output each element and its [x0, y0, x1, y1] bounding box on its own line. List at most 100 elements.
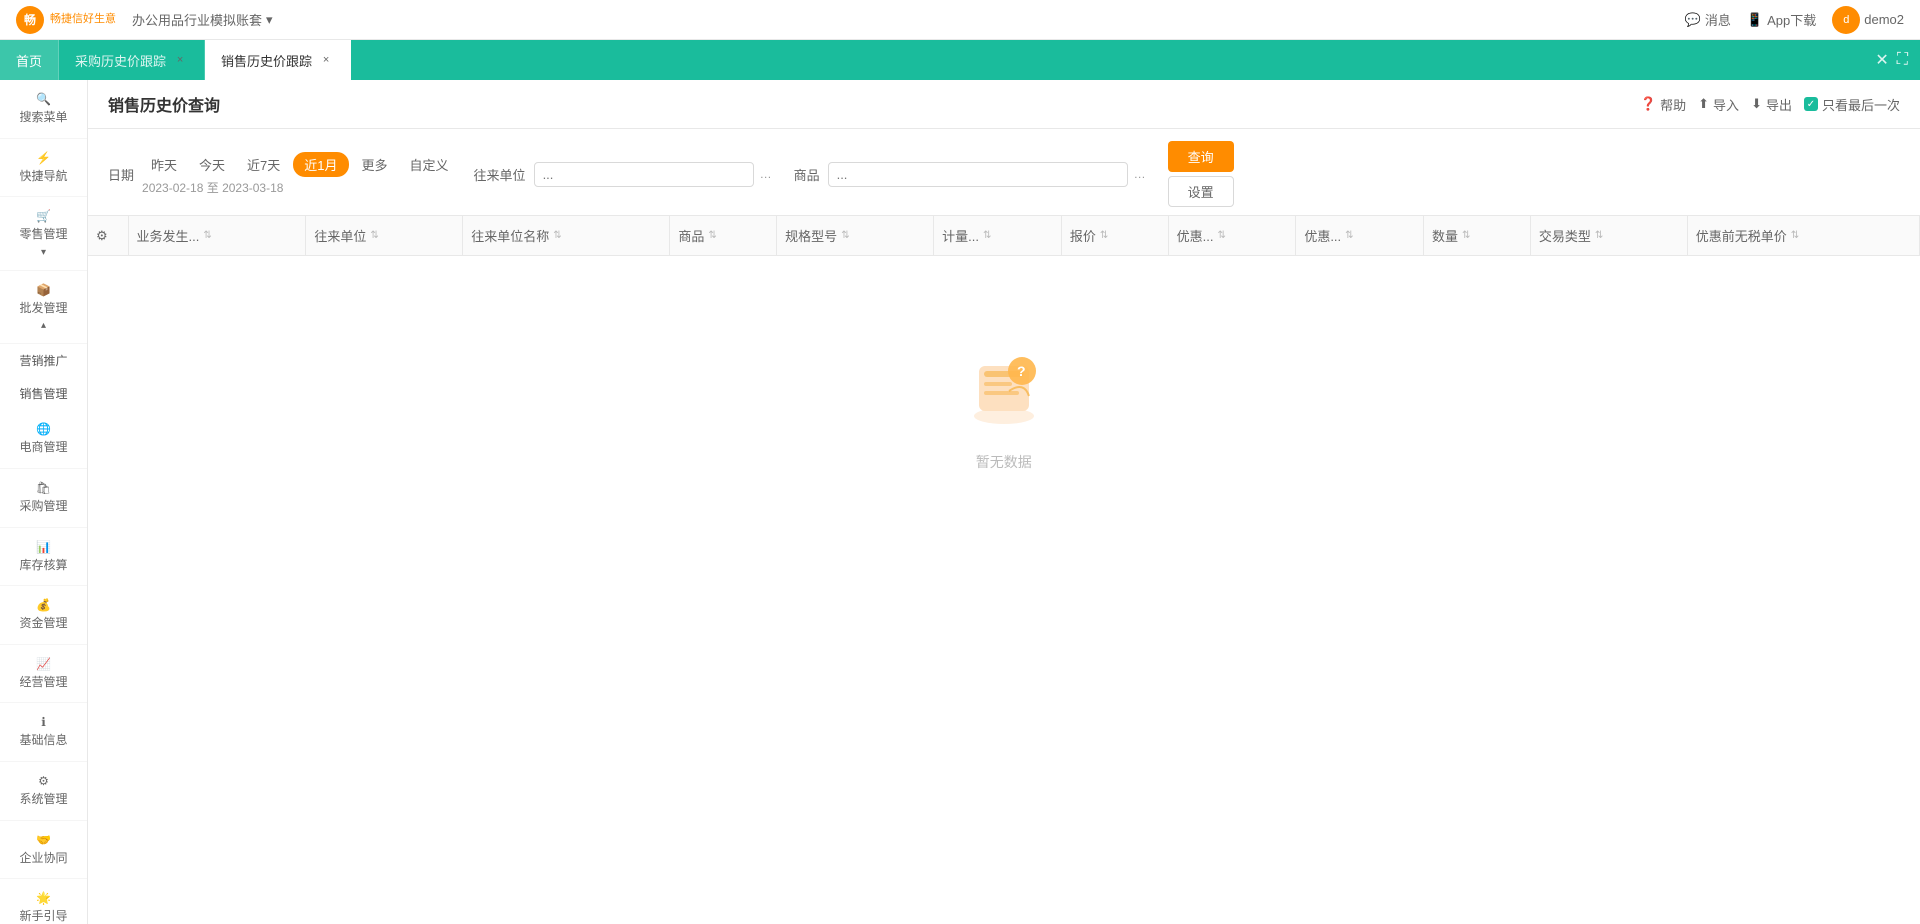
- export-label: 导出: [1766, 95, 1792, 114]
- logo-area: 畅 畅捷信好生意: [16, 6, 116, 34]
- date-btn-1month[interactable]: 近1月: [293, 152, 348, 177]
- th-discount2-label: 优惠...: [1304, 226, 1341, 245]
- tab-sales-history[interactable]: 销售历史价跟踪 ×: [205, 40, 351, 80]
- partner-input-suffix[interactable]: …: [754, 163, 778, 185]
- th-unit[interactable]: 计量... ⇅: [934, 216, 1062, 256]
- sidebar-item-wholesale-mgmt[interactable]: 📦 批发管理 ▴: [0, 271, 87, 345]
- show-last-only-checkbox[interactable]: ✓: [1804, 97, 1818, 111]
- search-icon: 🔍: [36, 92, 51, 106]
- help-button[interactable]: ❓ 帮助: [1640, 95, 1686, 114]
- sidebar-item-label: 营销推广: [19, 354, 67, 368]
- retail-icon: 🛒: [36, 209, 51, 223]
- export-icon: ⬇: [1751, 96, 1762, 112]
- th-discount1[interactable]: 优惠... ⇅: [1168, 216, 1296, 256]
- th-business-date-label: 业务发生...: [137, 226, 200, 245]
- close-window-icon[interactable]: ✕: [1875, 50, 1888, 70]
- page-actions: ❓ 帮助 ⬆ 导入 ⬇ 导出 ✓ 只看最后一次: [1640, 95, 1900, 114]
- maximize-icon[interactable]: ⛶: [1897, 51, 1908, 69]
- th-price[interactable]: 报价 ⇅: [1061, 216, 1168, 256]
- sort-icon: ⇅: [370, 230, 378, 241]
- date-btn-more[interactable]: 更多: [353, 152, 397, 177]
- message-icon: 💬: [1685, 12, 1701, 28]
- query-button[interactable]: 查询: [1168, 141, 1234, 172]
- partner-input[interactable]: [534, 162, 754, 187]
- sidebar-item-operations[interactable]: 📈 经营管理: [0, 645, 87, 704]
- th-pretax-price[interactable]: 优惠前无税单价 ⇅: [1687, 216, 1919, 256]
- content-area: 销售历史价查询 ❓ 帮助 ⬆ 导入 ⬇ 导出 ✓ 只看最后一次: [88, 80, 1920, 924]
- th-quantity[interactable]: 数量 ⇅: [1424, 216, 1531, 256]
- partner-input-group: …: [534, 162, 778, 187]
- sidebar-item-search-menu[interactable]: 🔍 搜索菜单: [0, 80, 87, 139]
- purchase-history-close-icon[interactable]: ×: [172, 52, 188, 68]
- date-btn-custom[interactable]: 自定义: [401, 152, 458, 177]
- import-button[interactable]: ⬆ 导入: [1698, 95, 1739, 114]
- tab-purchase-history[interactable]: 采购历史价跟踪 ×: [59, 40, 205, 80]
- user-profile[interactable]: d demo2: [1832, 6, 1904, 34]
- app-download-button[interactable]: 📱 App下载: [1747, 10, 1816, 29]
- sort-icon: ⇅: [1462, 230, 1470, 241]
- enterprise-icon: 🤝: [36, 833, 51, 847]
- arrow-down-icon: ▾: [41, 247, 46, 258]
- main-layout: 🔍 搜索菜单 ⚡ 快捷导航 🛒 零售管理 ▾ 📦 批发管理 ▴ 营销推广 销售管…: [0, 80, 1920, 924]
- date-btn-yesterday[interactable]: 昨天: [142, 152, 186, 177]
- sidebar-item-marketing[interactable]: 营销推广: [0, 344, 87, 377]
- filter-buttons: 查询 设置: [1168, 141, 1234, 207]
- date-filter-label: 日期: [108, 165, 134, 184]
- th-trade-type[interactable]: 交易类型 ⇅: [1530, 216, 1687, 256]
- arrow-up-icon: ▴: [41, 320, 46, 331]
- partner-filter-group: 往来单位 …: [474, 162, 778, 187]
- sidebar-item-label: 零售管理: [19, 227, 67, 243]
- table-body: ? 暂无数据: [88, 256, 1920, 553]
- sort-icon: ⇅: [203, 230, 211, 241]
- tab-home[interactable]: 首页: [0, 40, 59, 80]
- sidebar-item-label: 搜索菜单: [19, 110, 67, 126]
- sales-history-tab-label: 销售历史价跟踪: [221, 51, 312, 70]
- purchase-icon: 🛍: [36, 481, 51, 495]
- app-selector[interactable]: 办公用品行业模拟账套 ▾: [124, 6, 281, 33]
- product-input-suffix[interactable]: …: [1128, 163, 1152, 185]
- th-partner-code[interactable]: 往来单位 ⇅: [306, 216, 463, 256]
- date-btn-7days[interactable]: 近7天: [238, 152, 289, 177]
- sidebar-item-retail-mgmt[interactable]: 🛒 零售管理 ▾: [0, 197, 87, 271]
- top-bar-left: 畅 畅捷信好生意 办公用品行业模拟账套 ▾: [16, 6, 281, 34]
- sort-icon: ⇅: [708, 230, 716, 241]
- sidebar-item-sales-mgmt[interactable]: 销售管理: [0, 377, 87, 410]
- product-input[interactable]: [828, 162, 1128, 187]
- settings-button[interactable]: 设置: [1168, 176, 1234, 207]
- sidebar-item-inventory[interactable]: 📊 库存核算: [0, 528, 87, 587]
- sidebar-item-system[interactable]: ⚙ 系统管理: [0, 762, 87, 821]
- sidebar-item-finance[interactable]: 💰 资金管理: [0, 586, 87, 645]
- th-product-label: 商品: [678, 226, 704, 245]
- date-btn-today[interactable]: 今天: [190, 152, 234, 177]
- th-settings[interactable]: ⚙: [88, 216, 128, 256]
- show-last-only-label: 只看最后一次: [1822, 95, 1900, 114]
- th-spec[interactable]: 规格型号 ⇅: [777, 216, 934, 256]
- message-label: 消息: [1705, 10, 1731, 29]
- sidebar-item-label: 采购管理: [19, 499, 67, 515]
- sidebar-item-label: 新手引导: [19, 909, 67, 924]
- sidebar-item-purchase[interactable]: 🛍 采购管理: [0, 469, 87, 528]
- export-button[interactable]: ⬇ 导出: [1751, 95, 1792, 114]
- sort-icon: ⇅: [1345, 230, 1353, 241]
- top-bar: 畅 畅捷信好生意 办公用品行业模拟账套 ▾ 💬 消息 📱 App下载 d dem…: [0, 0, 1920, 40]
- top-bar-right: 💬 消息 📱 App下载 d demo2: [1685, 6, 1904, 34]
- th-product[interactable]: 商品 ⇅: [670, 216, 777, 256]
- empty-state: ? 暂无数据: [88, 256, 1920, 552]
- th-discount1-label: 优惠...: [1177, 226, 1214, 245]
- sales-history-close-icon[interactable]: ×: [318, 52, 334, 68]
- sidebar-item-label: 电商管理: [19, 440, 67, 456]
- sidebar-item-label: 经营管理: [19, 675, 67, 691]
- sidebar-item-quick-nav[interactable]: ⚡ 快捷导航: [0, 139, 87, 198]
- sidebar-item-newbie[interactable]: 🌟 新手引导: [0, 879, 87, 924]
- message-button[interactable]: 💬 消息: [1685, 10, 1731, 29]
- sidebar-item-ecommerce[interactable]: 🌐 电商管理: [0, 410, 87, 469]
- empty-row: ? 暂无数据: [88, 256, 1920, 553]
- th-discount2[interactable]: 优惠... ⇅: [1296, 216, 1424, 256]
- sidebar-item-enterprise[interactable]: 🤝 企业协同: [0, 821, 87, 880]
- help-label: 帮助: [1660, 95, 1686, 114]
- th-business-date[interactable]: 业务发生... ⇅: [128, 216, 306, 256]
- th-partner-name[interactable]: 往来单位名称 ⇅: [463, 216, 670, 256]
- table-settings-icon[interactable]: ⚙: [96, 228, 108, 243]
- sidebar-item-basic-info[interactable]: ℹ 基础信息: [0, 703, 87, 762]
- system-icon: ⚙: [38, 774, 49, 788]
